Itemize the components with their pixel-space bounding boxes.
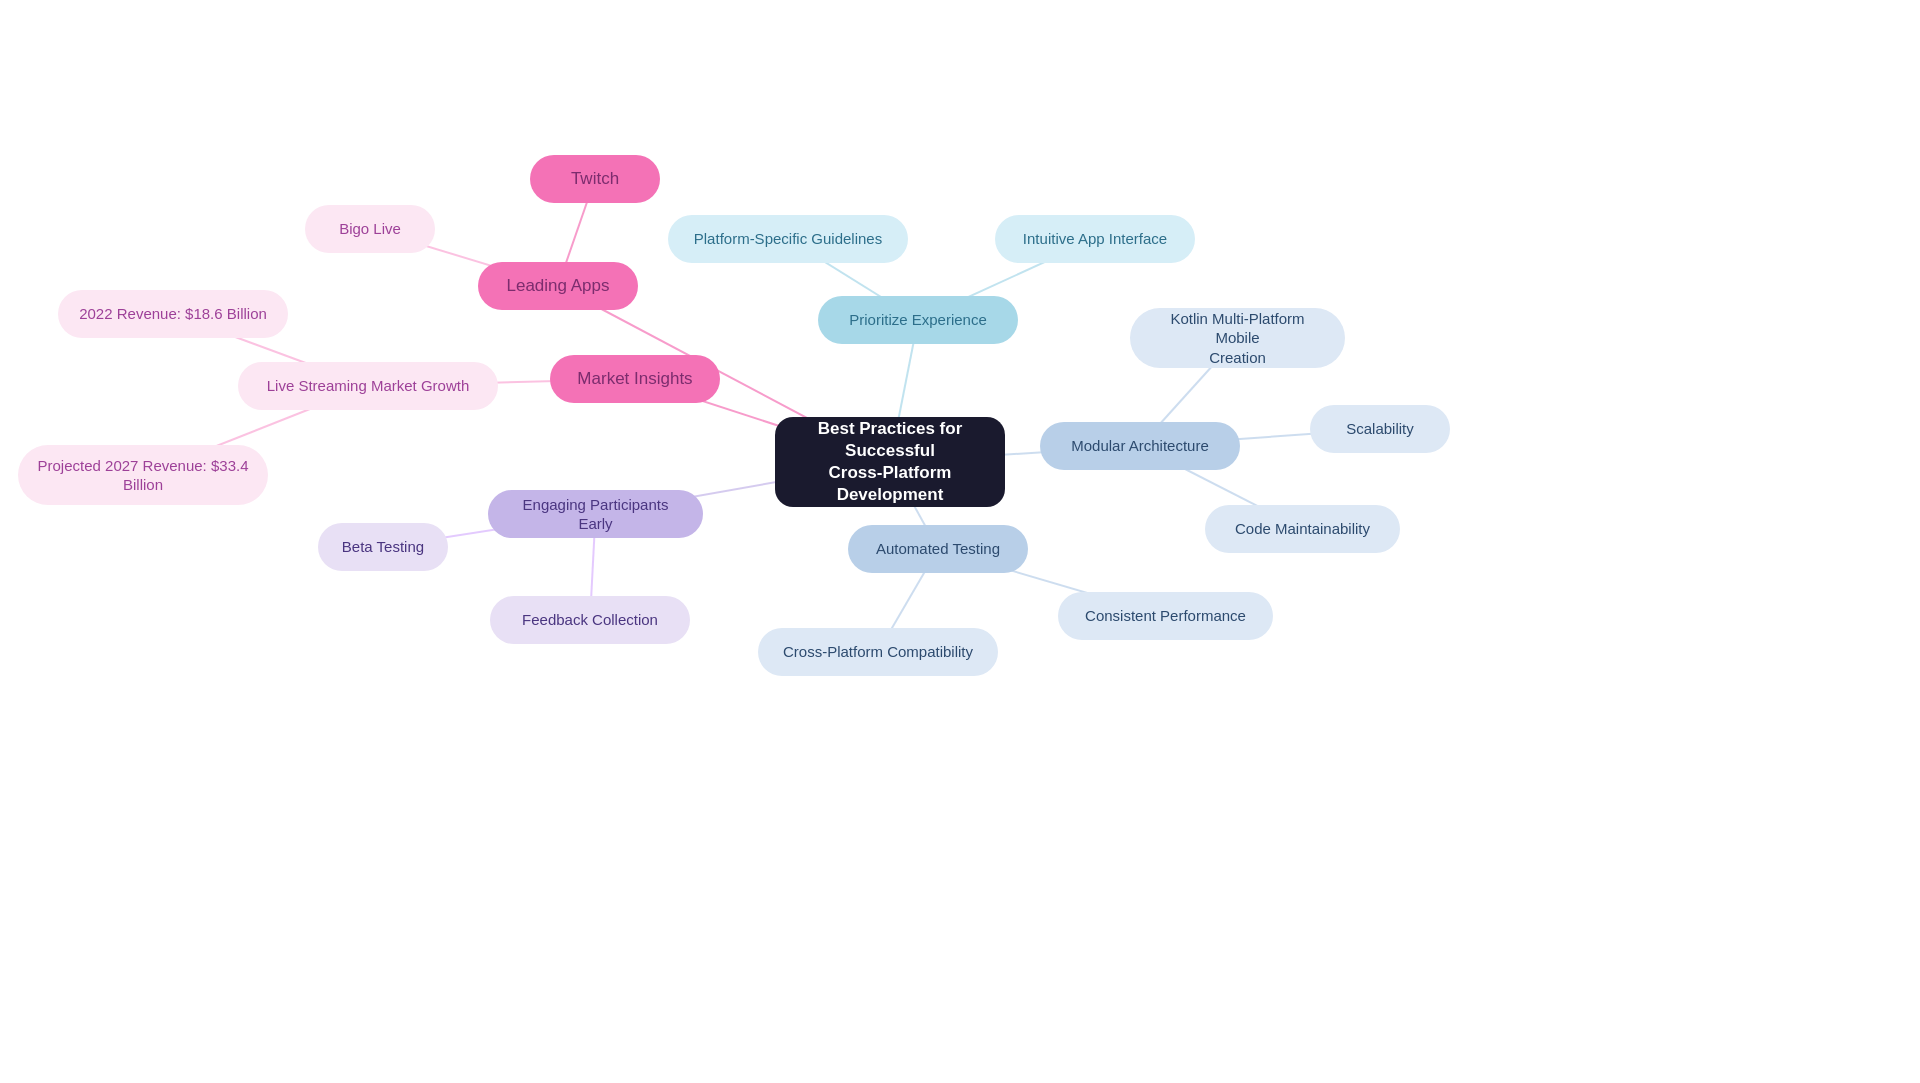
revenue-2022-node: 2022 Revenue: $18.6 Billion [58,290,288,338]
center-label: Best Practices for Successful Cross-Plat… [793,418,987,506]
projected-2027-label: Projected 2027 Revenue: $33.4 Billion [36,456,250,495]
feedback-collection-node: Feedback Collection [490,596,690,644]
code-maintain-node: Code Maintainability [1205,505,1400,553]
engaging-participants-node: Engaging Participants Early [488,490,703,538]
twitch-label: Twitch [571,168,619,190]
live-streaming-label: Live Streaming Market Growth [267,376,470,396]
revenue-2022-label: 2022 Revenue: $18.6 Billion [79,304,267,324]
market-insights-label: Market Insights [577,368,692,390]
leading-apps-label: Leading Apps [506,275,609,297]
center-node: Best Practices for Successful Cross-Plat… [775,417,1005,507]
live-streaming-node: Live Streaming Market Growth [238,362,498,410]
kotlin-mobile-label: Kotlin Multi-Platform Mobile Creation [1148,309,1327,368]
scalability-node: Scalability [1310,405,1450,453]
beta-testing-node: Beta Testing [318,523,448,571]
projected-2027-node: Projected 2027 Revenue: $33.4 Billion [18,445,268,505]
automated-testing-label: Automated Testing [876,539,1000,559]
prioritize-exp-label: Prioritize Experience [849,310,987,330]
automated-testing-node: Automated Testing [848,525,1028,573]
code-maintain-label: Code Maintainability [1235,519,1370,539]
prioritize-exp-node: Prioritize Experience [818,296,1018,344]
intuitive-interface-node: Intuitive App Interface [995,215,1195,263]
consistent-perf-label: Consistent Performance [1085,606,1246,626]
bigo-live-node: Bigo Live [305,205,435,253]
market-insights-node: Market Insights [550,355,720,403]
twitch-node: Twitch [530,155,660,203]
intuitive-interface-label: Intuitive App Interface [1023,229,1167,249]
platform-specific-node: Platform-Specific Guidelines [668,215,908,263]
modular-arch-node: Modular Architecture [1040,422,1240,470]
platform-specific-label: Platform-Specific Guidelines [694,229,882,249]
modular-arch-label: Modular Architecture [1071,436,1209,456]
cross-platform-compat-node: Cross-Platform Compatibility [758,628,998,676]
feedback-collection-label: Feedback Collection [522,610,658,630]
scalability-label: Scalability [1346,419,1414,439]
beta-testing-label: Beta Testing [342,537,424,557]
engaging-participants-label: Engaging Participants Early [506,495,685,534]
bigo-live-label: Bigo Live [339,219,401,239]
cross-platform-compat-label: Cross-Platform Compatibility [783,642,973,662]
consistent-perf-node: Consistent Performance [1058,592,1273,640]
kotlin-mobile-node: Kotlin Multi-Platform Mobile Creation [1130,308,1345,368]
leading-apps-node: Leading Apps [478,262,638,310]
